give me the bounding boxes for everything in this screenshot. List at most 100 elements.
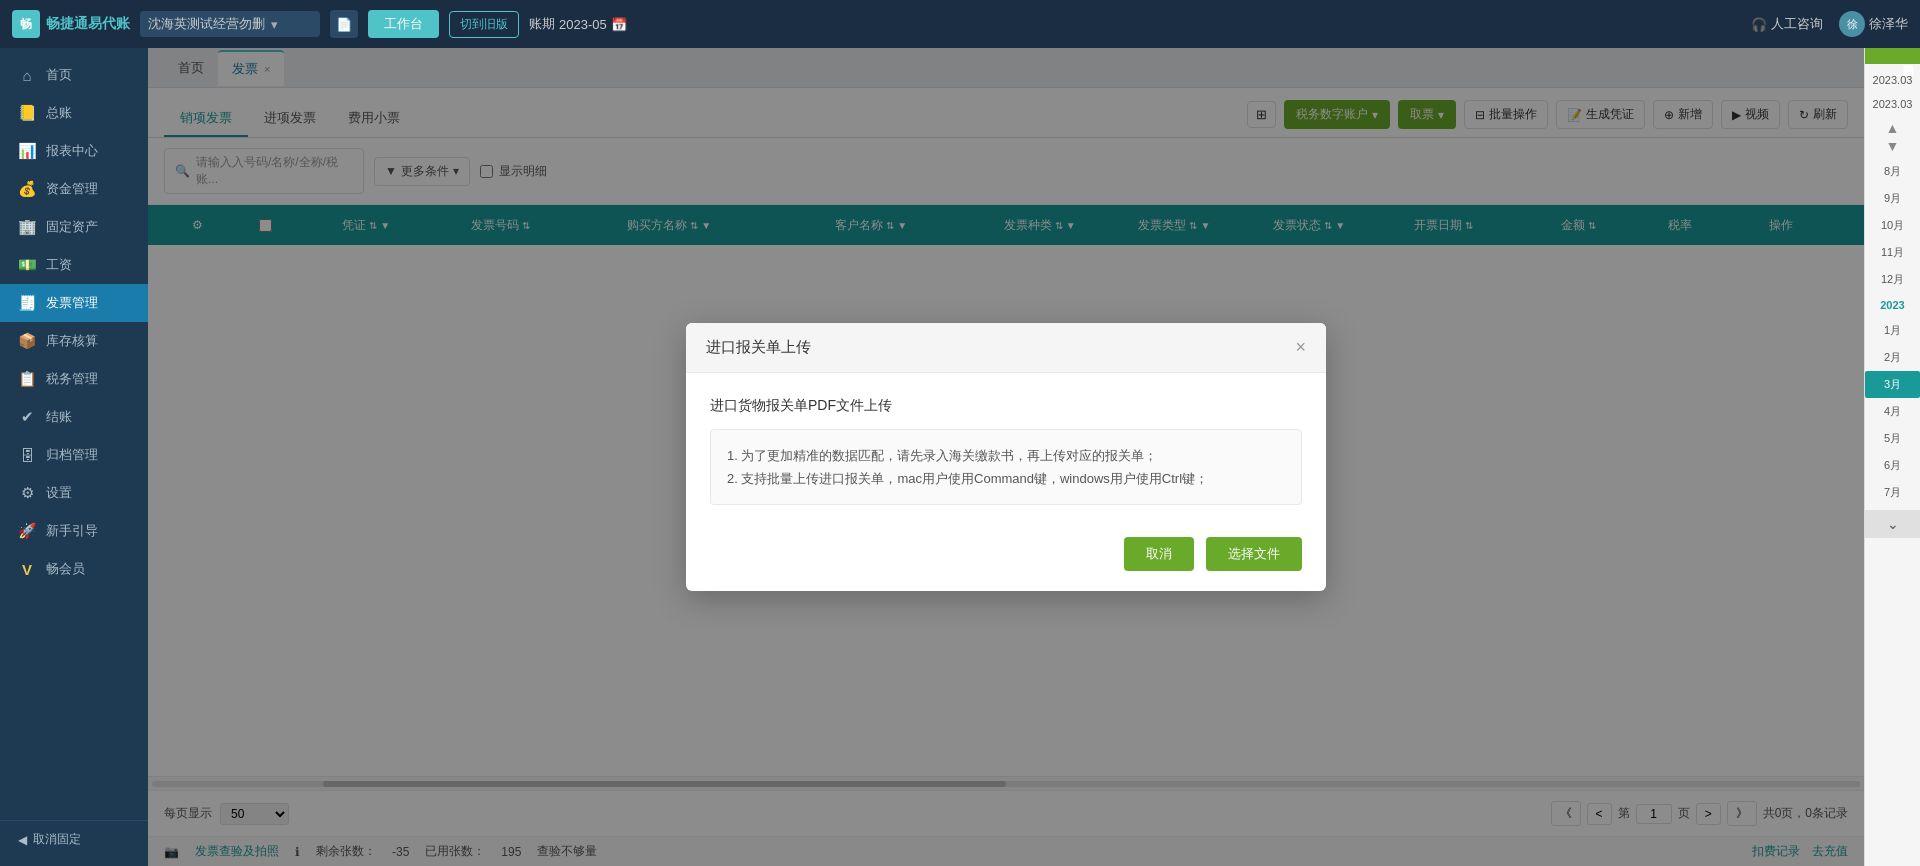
chevron-down-icon: ▾ bbox=[271, 17, 278, 32]
sidebar-item-inventory[interactable]: 📦 库存核算 bbox=[0, 322, 148, 360]
period-item-2023-03-a[interactable]: 2023.03 bbox=[1865, 68, 1920, 92]
cancel-pin-button[interactable]: ◀ 取消固定 bbox=[0, 820, 148, 858]
sidebar-item-guide[interactable]: 🚀 新手引导 bbox=[0, 512, 148, 550]
modal-header: 进口报关单上传 × bbox=[686, 323, 1326, 373]
import-customs-modal: 进口报关单上传 × 进口货物报关单PDF文件上传 1. 为了更加精准的数据匹配，… bbox=[686, 323, 1326, 592]
period-label: 账期 bbox=[529, 15, 555, 33]
sidebar-label-reports: 报表中心 bbox=[46, 142, 98, 160]
right-panel: 期间选择 2023.03 2023.03 ▲ ▼ 8月 9月 bbox=[1864, 48, 1920, 866]
period-item-2023-03-b[interactable]: 2023.03 bbox=[1865, 92, 1920, 116]
period-item-7[interactable]: 7月 bbox=[1865, 479, 1920, 506]
doc-icon[interactable]: 📄 bbox=[330, 10, 358, 38]
period-item-12[interactable]: 12月 bbox=[1865, 266, 1920, 293]
period-item-6[interactable]: 6月 bbox=[1865, 452, 1920, 479]
period-arrows: ▲ ▼ bbox=[1882, 116, 1904, 158]
invoice-icon: 🧾 bbox=[18, 294, 36, 312]
pin-icon: ◀ bbox=[18, 833, 27, 847]
period-item-4[interactable]: 4月 bbox=[1865, 398, 1920, 425]
sidebar-item-member[interactable]: V 畅会员 bbox=[0, 550, 148, 588]
sidebar-label-settle: 结账 bbox=[46, 408, 72, 426]
headphone-icon: 🎧 bbox=[1751, 17, 1767, 32]
period-header[interactable]: 期间选择 bbox=[1865, 48, 1920, 64]
sidebar-label-inventory: 库存核算 bbox=[46, 332, 98, 350]
period-display: 账期 2023-05 📅 bbox=[529, 15, 627, 33]
modal-close-button[interactable]: × bbox=[1295, 337, 1306, 358]
salary-icon: 💵 bbox=[18, 256, 36, 274]
period-item-2[interactable]: 2月 bbox=[1865, 344, 1920, 371]
avatar: 徐 bbox=[1839, 11, 1865, 37]
modal-info-item-2: 2. 支持批量上传进口报关单，mac用户使用Command键，windows用户… bbox=[727, 467, 1285, 490]
company-name: 沈海英测试经营勿删 bbox=[148, 15, 265, 33]
member-icon: V bbox=[18, 560, 36, 578]
scroll-down-button[interactable]: ▼ bbox=[1886, 138, 1900, 154]
settle-icon: ✔ bbox=[18, 408, 36, 426]
period-item-5[interactable]: 5月 bbox=[1865, 425, 1920, 452]
modal-info-box: 1. 为了更加精准的数据匹配，请先录入海关缴款书，再上传对应的报关单； 2. 支… bbox=[710, 429, 1302, 506]
app-logo: 畅 畅捷通易代账 bbox=[12, 10, 130, 38]
modal-info-item-1: 1. 为了更加精准的数据匹配，请先录入海关缴款书，再上传对应的报关单； bbox=[727, 444, 1285, 467]
period-item-11[interactable]: 11月 bbox=[1865, 239, 1920, 266]
period-item-3[interactable]: 3月 bbox=[1865, 371, 1920, 398]
period-item-10[interactable]: 10月 bbox=[1865, 212, 1920, 239]
home-icon: ⌂ bbox=[18, 66, 36, 84]
switch-old-button[interactable]: 切到旧版 bbox=[449, 11, 519, 38]
period-item-year-2023[interactable]: 2023 bbox=[1865, 293, 1920, 317]
sidebar-label-archive: 归档管理 bbox=[46, 446, 98, 464]
sidebar-item-settle[interactable]: ✔ 结账 bbox=[0, 398, 148, 436]
collapse-icon: ⌄ bbox=[1887, 516, 1899, 532]
period-selector: 2023.03 2023.03 ▲ ▼ 8月 9月 10月 bbox=[1865, 64, 1920, 510]
modal-cancel-button[interactable]: 取消 bbox=[1124, 537, 1194, 571]
sidebar-label-guide: 新手引导 bbox=[46, 522, 98, 540]
tax-icon: 📋 bbox=[18, 370, 36, 388]
sidebar-label-invoice: 发票管理 bbox=[46, 294, 98, 312]
support-button[interactable]: 🎧 人工咨询 bbox=[1751, 15, 1823, 33]
guide-icon: 🚀 bbox=[18, 522, 36, 540]
sidebar-label-funds: 资金管理 bbox=[46, 180, 98, 198]
sidebar-item-settings[interactable]: ⚙ 设置 bbox=[0, 474, 148, 512]
modal-footer: 取消 选择文件 bbox=[686, 521, 1326, 591]
period-value: 2023-05 bbox=[559, 17, 607, 32]
ledger-icon: 📒 bbox=[18, 104, 36, 122]
modal-section-title: 进口货物报关单PDF文件上传 bbox=[710, 397, 1302, 415]
logo-icon: 畅 bbox=[12, 10, 40, 38]
scroll-up-button[interactable]: ▲ bbox=[1886, 120, 1900, 136]
sidebar-label-ledger: 总账 bbox=[46, 104, 72, 122]
modal-overlay: 进口报关单上传 × 进口货物报关单PDF文件上传 1. 为了更加精准的数据匹配，… bbox=[148, 48, 1864, 866]
settings-icon: ⚙ bbox=[18, 484, 36, 502]
archive-icon: 🗄 bbox=[18, 446, 36, 464]
sidebar-item-archive[interactable]: 🗄 归档管理 bbox=[0, 436, 148, 474]
inventory-icon: 📦 bbox=[18, 332, 36, 350]
company-selector[interactable]: 沈海英测试经营勿删 ▾ bbox=[140, 11, 320, 37]
collapse-panel-button[interactable]: ⌄ bbox=[1865, 510, 1920, 538]
workspace-button[interactable]: 工作台 bbox=[368, 10, 439, 38]
user-name: 徐泽华 bbox=[1869, 15, 1908, 33]
period-item-9[interactable]: 9月 bbox=[1865, 185, 1920, 212]
funds-icon: 💰 bbox=[18, 180, 36, 198]
sidebar-item-invoice[interactable]: 🧾 发票管理 bbox=[0, 284, 148, 322]
sidebar-label-settings: 设置 bbox=[46, 484, 72, 502]
modal-body: 进口货物报关单PDF文件上传 1. 为了更加精准的数据匹配，请先录入海关缴款书，… bbox=[686, 373, 1326, 522]
sidebar-item-salary[interactable]: 💵 工资 bbox=[0, 246, 148, 284]
sidebar-label-tax: 税务管理 bbox=[46, 370, 98, 388]
modal-title: 进口报关单上传 bbox=[706, 338, 811, 357]
reports-icon: 📊 bbox=[18, 142, 36, 160]
sidebar-label-salary: 工资 bbox=[46, 256, 72, 274]
assets-icon: 🏢 bbox=[18, 218, 36, 236]
app-name: 畅捷通易代账 bbox=[46, 15, 130, 33]
sidebar-label-assets: 固定资产 bbox=[46, 218, 98, 236]
period-item-1[interactable]: 1月 bbox=[1865, 317, 1920, 344]
user-info[interactable]: 徐 徐泽华 bbox=[1839, 11, 1908, 37]
sidebar-item-funds[interactable]: 💰 资金管理 bbox=[0, 170, 148, 208]
sidebar-item-assets[interactable]: 🏢 固定资产 bbox=[0, 208, 148, 246]
sidebar: ⌂ 首页 📒 总账 📊 报表中心 💰 资金管理 🏢 固定资产 💵 工资 bbox=[0, 48, 148, 866]
sidebar-label-member: 畅会员 bbox=[46, 560, 85, 578]
calendar-icon[interactable]: 📅 bbox=[611, 17, 627, 32]
sidebar-item-home[interactable]: ⌂ 首页 bbox=[0, 56, 148, 94]
sidebar-item-reports[interactable]: 📊 报表中心 bbox=[0, 132, 148, 170]
modal-select-file-button[interactable]: 选择文件 bbox=[1206, 537, 1302, 571]
sidebar-item-tax[interactable]: 📋 税务管理 bbox=[0, 360, 148, 398]
sidebar-label-home: 首页 bbox=[46, 66, 72, 84]
sidebar-item-ledger[interactable]: 📒 总账 bbox=[0, 94, 148, 132]
content-area: 首页 发票 × 销项发票 进项发票 费用小票 bbox=[148, 48, 1864, 866]
period-item-8[interactable]: 8月 bbox=[1865, 158, 1920, 185]
